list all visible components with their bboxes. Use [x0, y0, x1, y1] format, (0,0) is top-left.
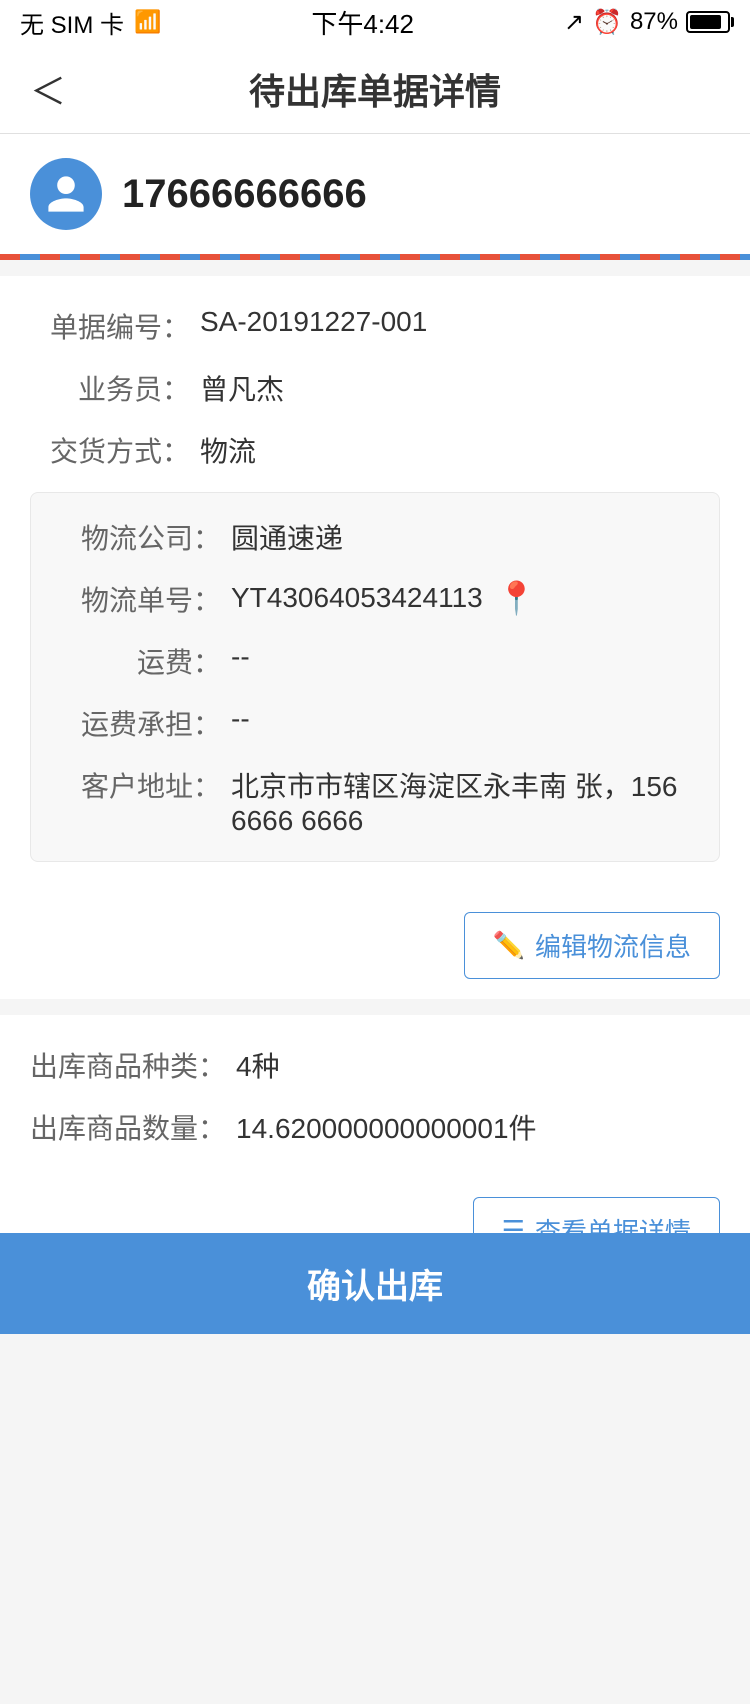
customer-header: 17666666666: [0, 134, 750, 254]
delivery-row: 交货方式： 物流: [30, 430, 720, 470]
order-number-label: 单据编号：: [30, 306, 190, 346]
gray-separator-1: [0, 999, 750, 1015]
goods-section: 出库商品种类： 4种 出库商品数量： 14.620000000000001件: [0, 1015, 750, 1177]
logistics-company-label: 物流公司：: [61, 517, 221, 557]
freight-bear-row: 运费承担： --: [61, 703, 689, 743]
dashed-divider: [0, 254, 750, 260]
alarm-icon: ⏰: [592, 8, 622, 37]
order-info-section: 单据编号： SA-20191227-001 业务员： 曾凡杰 交货方式： 物流 …: [0, 276, 750, 892]
staff-value: 曾凡杰: [200, 368, 720, 408]
nav-bar: ＜ 待出库单据详情: [0, 44, 750, 134]
logistics-tracking-row: 物流单号： YT43064053424113 📍: [61, 579, 689, 619]
logistics-section: 物流公司： 圆通速递 物流单号： YT43064053424113 📍 运费： …: [30, 492, 720, 862]
goods-types-row: 出库商品种类： 4种: [30, 1045, 720, 1085]
freight-label: 运费：: [61, 641, 221, 681]
staff-label: 业务员：: [30, 368, 190, 408]
tracking-location-icon[interactable]: 📍: [497, 579, 537, 617]
confirm-btn-wrapper: 确认出库: [0, 1233, 750, 1334]
delivery-value: 物流: [200, 430, 720, 470]
edit-logistics-button[interactable]: ✏️ 编辑物流信息: [464, 912, 720, 979]
edit-btn-container: ✏️ 编辑物流信息: [0, 892, 750, 999]
goods-types-label: 出库商品种类：: [30, 1045, 226, 1085]
freight-bear-value: --: [231, 703, 689, 735]
goods-quantity-label: 出库商品数量：: [30, 1107, 226, 1147]
wifi-icon: 📶: [134, 9, 161, 35]
status-right: ↗ ⏰ 87%: [564, 8, 730, 37]
freight-bear-label: 运费承担：: [61, 703, 221, 743]
customer-phone: 17666666666: [122, 172, 367, 217]
status-left: 无 SIM 卡 📶: [20, 5, 161, 40]
order-number-row: 单据编号： SA-20191227-001: [30, 306, 720, 346]
confirm-outbound-button[interactable]: 确认出库: [307, 1259, 443, 1308]
battery-label: 87%: [630, 8, 678, 36]
logistics-tracking-label: 物流单号：: [61, 579, 221, 619]
goods-types-value: 4种: [236, 1045, 720, 1085]
staff-row: 业务员： 曾凡杰: [30, 368, 720, 408]
address-value: 北京市市辖区海淀区永丰南 张，156 6666 6666: [231, 765, 689, 837]
back-button[interactable]: ＜: [30, 63, 66, 115]
logistics-tracking-value: YT43064053424113 📍: [231, 579, 689, 617]
page-title: 待出库单据详情: [249, 63, 501, 115]
delivery-label: 交货方式：: [30, 430, 190, 470]
battery-icon: [686, 11, 730, 33]
logistics-company-row: 物流公司： 圆通速递: [61, 517, 689, 557]
person-icon: [44, 172, 88, 216]
edit-btn-label: 编辑物流信息: [535, 927, 691, 964]
logistics-company-value: 圆通速递: [231, 517, 689, 557]
address-label: 客户地址：: [61, 765, 221, 805]
freight-row: 运费： --: [61, 641, 689, 681]
carrier-label: 无 SIM 卡: [20, 5, 124, 40]
edit-icon: ✏️: [493, 930, 525, 961]
freight-value: --: [231, 641, 689, 673]
order-number-value: SA-20191227-001: [200, 306, 720, 338]
goods-quantity-value: 14.620000000000001件: [236, 1107, 720, 1147]
status-time: 下午4:42: [311, 4, 414, 41]
location-status-icon: ↗: [564, 8, 584, 37]
address-row: 客户地址： 北京市市辖区海淀区永丰南 张，156 6666 6666: [61, 765, 689, 837]
goods-quantity-row: 出库商品数量： 14.620000000000001件: [30, 1107, 720, 1147]
avatar: [30, 158, 102, 230]
status-bar: 无 SIM 卡 📶 下午4:42 ↗ ⏰ 87%: [0, 0, 750, 44]
